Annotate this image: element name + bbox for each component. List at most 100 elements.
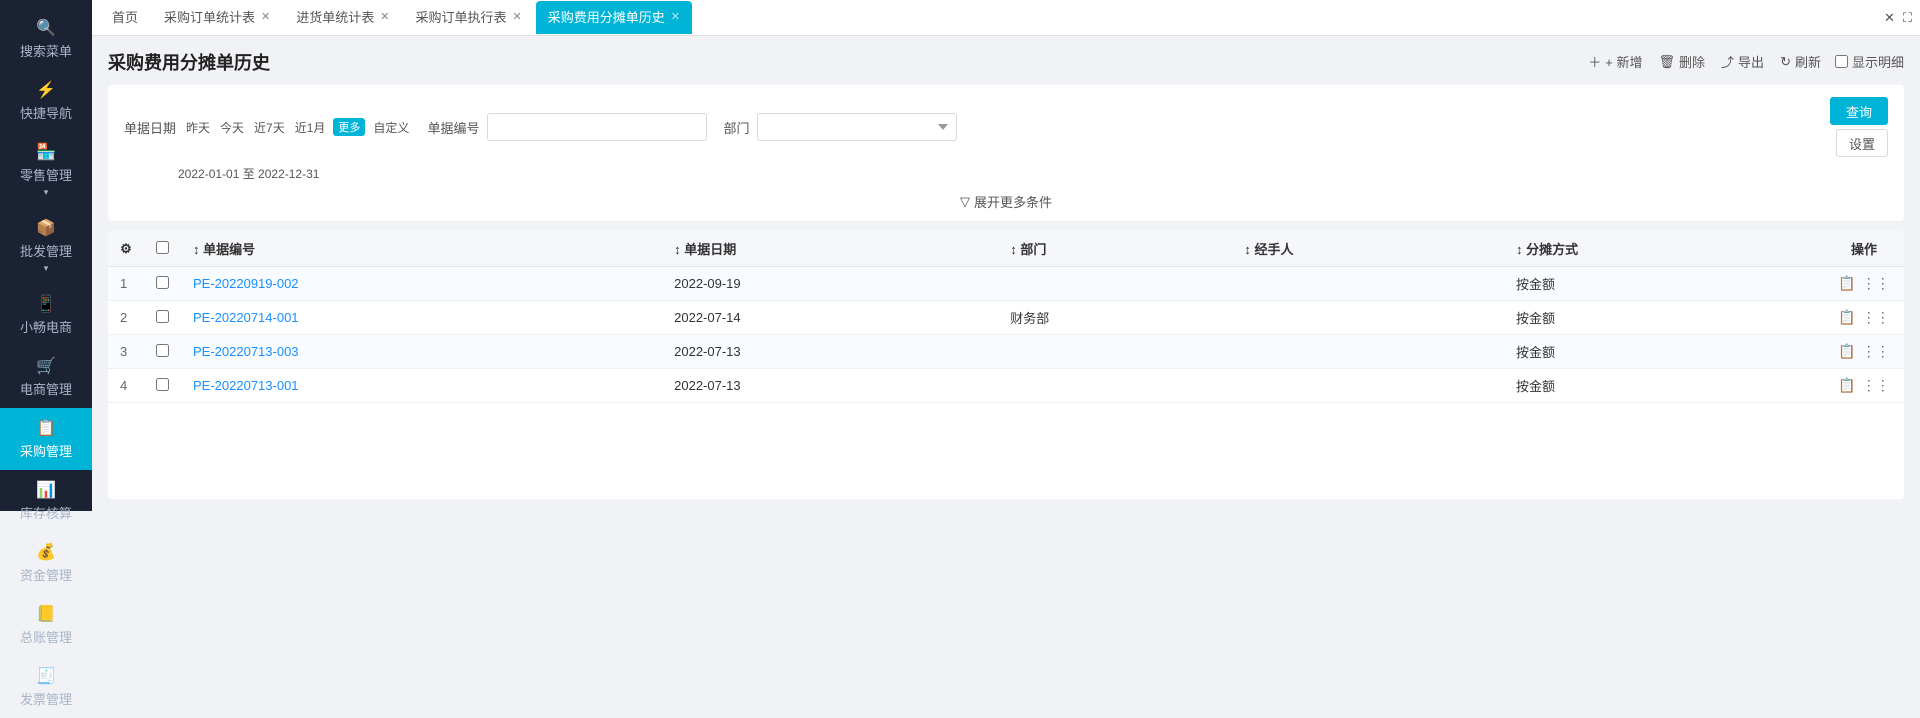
- row-actions-3: 📋 ⋮⋮: [1824, 369, 1904, 403]
- tab-purchase-goods-stat[interactable]: 进货单统计表 ✕: [284, 1, 401, 34]
- tab-close-purchase-order-exec[interactable]: ✕: [513, 10, 522, 23]
- filter-settings-button[interactable]: 设置: [1836, 129, 1888, 157]
- doc-link-3[interactable]: PE-20220713-001: [193, 378, 299, 393]
- sidebar-item-wholesale[interactable]: 📦批发管理▾: [0, 208, 92, 284]
- doc-link-1[interactable]: PE-20220714-001: [193, 310, 299, 325]
- table-row: 2 PE-20220714-001 2022-07-14 财务部 按金额 📋 ⋮…: [108, 301, 1904, 335]
- sidebar-item-retail[interactable]: 🏪零售管理▾: [0, 132, 92, 208]
- more-icon-0[interactable]: ⋮⋮: [1862, 275, 1890, 292]
- sidebar-item-invoice[interactable]: 🧾发票管理: [0, 656, 92, 718]
- row-checkbox-3[interactable]: [144, 369, 181, 403]
- edit-icon-3[interactable]: 📋: [1838, 377, 1855, 394]
- sidebar-item-mini[interactable]: 📱小畅电商: [0, 284, 92, 346]
- shortcut-7days[interactable]: 近7天: [252, 118, 287, 137]
- row-date-3: 2022-07-13: [662, 369, 998, 403]
- more-icon-3[interactable]: ⋮⋮: [1862, 377, 1890, 394]
- filter-area: 单据日期 昨天 今天 近7天 近1月 更多 自定义 单据编号 部门: [108, 85, 1904, 221]
- expand-more-button[interactable]: ▽ 展开更多条件: [124, 190, 1888, 213]
- query-button[interactable]: 查询: [1830, 97, 1888, 125]
- shortcut-more[interactable]: 更多: [333, 118, 365, 136]
- date-label: 单据日期: [124, 118, 176, 137]
- shortcut-yesterday[interactable]: 昨天: [184, 118, 212, 137]
- col-checkbox[interactable]: [144, 231, 181, 267]
- dept-label: 部门: [723, 118, 749, 137]
- tab-close-purchase-cost-split[interactable]: ✕: [671, 10, 680, 23]
- filter-right-buttons: 查询 设置: [1830, 97, 1888, 157]
- doc-link-0[interactable]: PE-20220919-002: [193, 276, 299, 291]
- row-handler-0: [1232, 267, 1504, 301]
- col-dept: ↕ 部门: [998, 231, 1232, 267]
- export-button[interactable]: ⤴ 导出: [1719, 48, 1766, 75]
- row-dept-1: 财务部: [998, 301, 1232, 335]
- edit-icon-2[interactable]: 📋: [1838, 343, 1855, 360]
- row-checkbox-0[interactable]: [144, 267, 181, 301]
- sidebar-item-ecom[interactable]: 🛒电商管理: [0, 346, 92, 408]
- tab-purchase-order-stat[interactable]: 采购订单统计表 ✕: [152, 1, 282, 34]
- edit-icon-0[interactable]: 📋: [1838, 275, 1855, 292]
- row-checkbox-1[interactable]: [144, 301, 181, 335]
- sidebar-label-quick: 快捷导航: [20, 103, 72, 122]
- row-split-method-1: 按金额: [1504, 301, 1824, 335]
- add-button[interactable]: ＋ + 新增: [1586, 48, 1644, 75]
- inventory-icon: 📊: [36, 480, 56, 500]
- sidebar-item-finance[interactable]: 💰 资金管理: [0, 532, 92, 594]
- row-split-method-2: 按金额: [1504, 335, 1824, 369]
- refresh-button[interactable]: ↻ 刷新: [1778, 48, 1823, 75]
- sidebar-label-ledger: 总账管理: [20, 627, 72, 646]
- delete-button[interactable]: 🗑 删除: [1657, 48, 1708, 75]
- tab-close-purchase-order-stat[interactable]: ✕: [261, 10, 270, 23]
- col-settings[interactable]: ⚙: [108, 231, 144, 267]
- tab-label-home: 首页: [112, 7, 138, 26]
- row-doc-no-3: PE-20220713-001: [181, 369, 662, 403]
- tab-purchase-cost-split[interactable]: 采购费用分摊单历史✕: [536, 1, 692, 34]
- doc-no-label: 单据编号: [427, 118, 479, 137]
- row-checkbox-2[interactable]: [144, 335, 181, 369]
- sidebar-item-purchase[interactable]: 📋采购管理: [0, 408, 92, 470]
- shortcut-custom[interactable]: 自定义: [371, 118, 411, 137]
- more-icon-1[interactable]: ⋮⋮: [1862, 309, 1890, 326]
- ecom-icon: 🛒: [36, 356, 56, 376]
- row-num-1: 2: [108, 301, 144, 335]
- more-icon-2[interactable]: ⋮⋮: [1862, 343, 1890, 360]
- show-detail-checkbox[interactable]: [1835, 55, 1848, 68]
- quick-icon: ⚡: [36, 80, 56, 100]
- row-handler-1: [1232, 301, 1504, 335]
- sidebar-item-ledger[interactable]: 📒总账管理: [0, 594, 92, 656]
- col-split-method: ↕ 分摊方式: [1504, 231, 1824, 267]
- mini-icon: 📱: [36, 294, 56, 314]
- doc-link-2[interactable]: PE-20220713-003: [193, 344, 299, 359]
- filter-row-date-range: 2022-01-01 至 2022-12-31: [124, 165, 1888, 182]
- chevron-icon-wholesale: ▾: [44, 263, 49, 274]
- finance-icon: 💰: [36, 542, 56, 562]
- sidebar-label-finance: 资金管理: [20, 565, 72, 584]
- sidebar-label-invoice: 发票管理: [20, 689, 72, 708]
- row-dept-0: [998, 267, 1232, 301]
- col-operation: 操作: [1824, 231, 1904, 267]
- edit-icon-1[interactable]: 📋: [1838, 309, 1855, 326]
- tab-close-purchase-goods-stat[interactable]: ✕: [380, 10, 389, 23]
- tab-home[interactable]: 首页: [100, 1, 150, 34]
- dept-select[interactable]: [757, 113, 957, 141]
- maximize-window-icon[interactable]: ⛶: [1903, 10, 1912, 26]
- select-all-checkbox[interactable]: [156, 241, 169, 254]
- filter-row-1: 单据日期 昨天 今天 近7天 近1月 更多 自定义 单据编号 部门: [124, 97, 1888, 157]
- table-header: ⚙ ↕ 单据编号 ↕ 单据日期 ↕ 部门 ↕ 经手人 ↕ 分摊方式 操作: [108, 231, 1904, 267]
- col-handler: ↕ 经手人: [1232, 231, 1504, 267]
- tab-label-purchase-goods-stat: 进货单统计表: [296, 7, 374, 26]
- tab-label-purchase-order-stat: 采购订单统计表: [164, 7, 255, 26]
- close-window-icon[interactable]: ✕: [1884, 10, 1895, 26]
- sidebar-label-wholesale: 批发管理: [20, 241, 72, 260]
- page-title: 采购费用分摊单历史: [108, 49, 270, 75]
- show-detail-checkbox-label[interactable]: 显示明细: [1835, 52, 1904, 71]
- shortcut-1month[interactable]: 近1月: [293, 118, 328, 137]
- main-area: 首页采购订单统计表✕进货单统计表✕采购订单执行表✕采购费用分摊单历史✕ ✕ ⛶ …: [92, 0, 1920, 511]
- tab-purchase-order-exec[interactable]: 采购订单执行表 ✕: [403, 1, 533, 34]
- shortcut-today[interactable]: 今天: [218, 118, 246, 137]
- col-date: ↕ 单据日期: [662, 231, 998, 267]
- add-icon: ＋: [1588, 52, 1601, 71]
- sidebar-item-quick[interactable]: ⚡ 快捷导航: [0, 70, 92, 132]
- tab-label-purchase-order-exec: 采购订单执行表: [415, 7, 506, 26]
- doc-no-input[interactable]: [487, 113, 707, 141]
- sidebar-item-inventory[interactable]: 📊库存核算: [0, 470, 92, 532]
- sidebar-item-search[interactable]: 🔍搜索菜单: [0, 8, 92, 70]
